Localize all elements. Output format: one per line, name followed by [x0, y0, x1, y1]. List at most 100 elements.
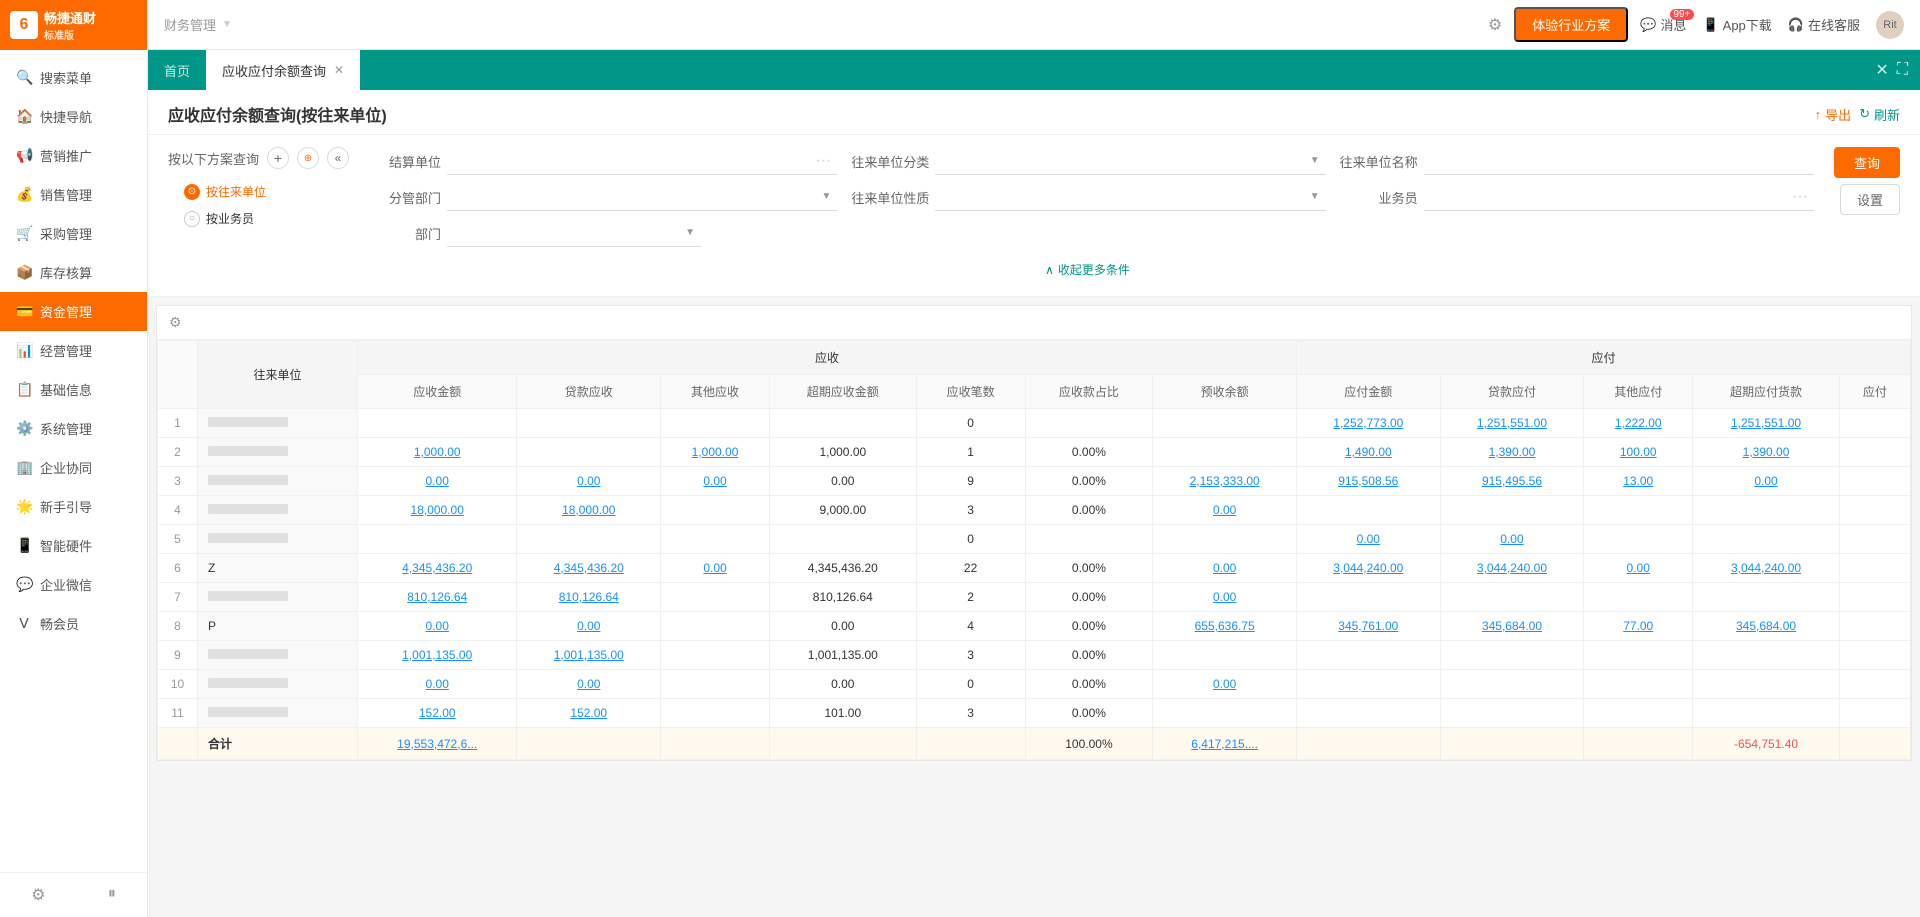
subdept-select[interactable]: ▼: [447, 219, 701, 247]
cell-num[interactable]: 345,761.00: [1296, 612, 1440, 641]
filter-collapse-left-button[interactable]: «: [327, 147, 349, 169]
sidebar-item-search[interactable]: 🔍搜索菜单: [0, 58, 147, 97]
cell-num[interactable]: 0.00: [661, 554, 770, 583]
cell-num[interactable]: 0.00: [517, 467, 661, 496]
sidebar-item-wechat[interactable]: 💬企业微信: [0, 565, 147, 604]
settings-gear-icon[interactable]: ⚙: [1488, 15, 1502, 35]
filter-add-button[interactable]: +: [267, 147, 289, 169]
settlement-input[interactable]: ···: [447, 147, 837, 175]
cell-num[interactable]: 0.00: [661, 467, 770, 496]
cell-num[interactable]: 0.00: [358, 467, 517, 496]
query-button[interactable]: 查询: [1834, 147, 1900, 178]
cell-num[interactable]: 0.00: [1153, 583, 1297, 612]
cell-num[interactable]: 0.00: [1693, 467, 1840, 496]
sidebar-item-basic[interactable]: 📋基础信息: [0, 370, 147, 409]
cell-empty: [1839, 670, 1910, 699]
salesman-input[interactable]: ···: [1424, 183, 1814, 211]
tab-close-icon[interactable]: ✕: [334, 63, 344, 77]
cell-num[interactable]: 77.00: [1584, 612, 1693, 641]
cell-num[interactable]: 1,000.00: [358, 438, 517, 467]
cell-num[interactable]: 810,126.64: [517, 583, 661, 612]
dept-select[interactable]: ▼: [447, 183, 837, 211]
pause-icon[interactable]: ⏸: [108, 885, 116, 905]
sidebar-item-purchase[interactable]: 🛒采购管理: [0, 214, 147, 253]
cell-num[interactable]: 13.00: [1584, 467, 1693, 496]
cell-num[interactable]: 345,684.00: [1440, 612, 1584, 641]
filter-scheme-by-partner[interactable]: ⊙ 按往来单位: [176, 179, 349, 204]
sidebar-item-system[interactable]: ⚙️系统管理: [0, 409, 147, 448]
sidebar-item-finance[interactable]: 💳资金管理: [0, 292, 147, 331]
tab-expand-icon[interactable]: ⛶: [1897, 61, 1908, 79]
sidebar-item-hardware[interactable]: 📱智能硬件: [0, 526, 147, 565]
cell-num[interactable]: 1,252,773.00: [1296, 409, 1440, 438]
cell-num[interactable]: 3,044,240.00: [1440, 554, 1584, 583]
settings-icon[interactable]: ⚙: [31, 885, 45, 905]
export-button[interactable]: ↑ 导出: [1815, 105, 1852, 124]
partner-nature-select[interactable]: ▼: [935, 183, 1325, 211]
cell-num[interactable]: 1,490.00: [1296, 438, 1440, 467]
cell-num[interactable]: 345,684.00: [1693, 612, 1840, 641]
app-download-button[interactable]: 📱 App下载: [1702, 15, 1771, 34]
cell-num[interactable]: 655,636.75: [1153, 612, 1297, 641]
filter-collapse-button[interactable]: ∧ 收起更多条件: [1045, 261, 1130, 278]
tab-close-window-icon[interactable]: ✕: [1875, 60, 1888, 80]
cell-num[interactable]: 2,153,333.00: [1153, 467, 1297, 496]
table-scroll[interactable]: 往来单位 应收 应付 应收金额 贷款应收 其他应收 超期应收金额 应收笔数 应收…: [157, 340, 1911, 760]
cell-num[interactable]: 0.00: [358, 670, 517, 699]
cell-num[interactable]: 152.00: [517, 699, 661, 728]
settings-button[interactable]: 设置: [1840, 184, 1900, 215]
cell-num[interactable]: 152.00: [358, 699, 517, 728]
cell-num[interactable]: 18,000.00: [358, 496, 517, 525]
sidebar-item-marketing[interactable]: 📢营销推广: [0, 136, 147, 175]
cell-num[interactable]: 1,222.00: [1584, 409, 1693, 438]
avatar[interactable]: Rit: [1876, 11, 1904, 39]
partner-name-input[interactable]: [1424, 147, 1814, 175]
tab-query[interactable]: 应收应付余额查询 ✕: [206, 50, 360, 90]
cell-num[interactable]: 1,001,135.00: [517, 641, 661, 670]
sidebar-item-member[interactable]: Ⅴ畅会员: [0, 604, 147, 643]
sidebar-item-inventory[interactable]: 📦库存核算: [0, 253, 147, 292]
cell-num[interactable]: 3,044,240.00: [1693, 554, 1840, 583]
cell-num[interactable]: 1,001,135.00: [358, 641, 517, 670]
cell-num[interactable]: 0.00: [358, 612, 517, 641]
cell-num[interactable]: 1,390.00: [1693, 438, 1840, 467]
cell-num[interactable]: 0.00: [1153, 670, 1297, 699]
table-settings-icon[interactable]: ⚙: [169, 314, 182, 331]
cell-num[interactable]: 915,508.56: [1296, 467, 1440, 496]
cell-num[interactable]: 0.00: [1153, 554, 1297, 583]
message-button[interactable]: 💬 消息 99+: [1640, 15, 1686, 34]
cell-num[interactable]: 0.00: [517, 670, 661, 699]
cell-num[interactable]: 0.00: [517, 612, 661, 641]
tab-home[interactable]: 首页: [148, 50, 206, 90]
cell-num[interactable]: 100.00: [1584, 438, 1693, 467]
breadcrumb: 财务管理 ▼: [164, 15, 1476, 34]
cell-num[interactable]: 1,000.00: [661, 438, 770, 467]
total-ar-amount[interactable]: 19,553,472,6...: [358, 728, 517, 760]
filter-scheme-button[interactable]: ⊕: [297, 147, 319, 169]
cell-num[interactable]: 3,044,240.00: [1296, 554, 1440, 583]
partner-category-select[interactable]: ▼: [935, 147, 1325, 175]
cell-num[interactable]: 0.00: [1440, 525, 1584, 554]
cell-num[interactable]: 0.00: [1153, 496, 1297, 525]
cell-num[interactable]: 1,251,551.00: [1440, 409, 1584, 438]
sidebar-item-quicknav[interactable]: 🏠快捷导航: [0, 97, 147, 136]
cell-num[interactable]: 1,251,551.00: [1693, 409, 1840, 438]
cell-num[interactable]: 0.00: [1296, 525, 1440, 554]
refresh-button[interactable]: ↻ 刷新: [1859, 105, 1900, 124]
sidebar-item-corp[interactable]: 🏢企业协同: [0, 448, 147, 487]
total-ar-prepay[interactable]: 6,417,215....: [1153, 728, 1297, 760]
sidebar-item-operation[interactable]: 📊经营管理: [0, 331, 147, 370]
service-button[interactable]: 🎧 在线客服: [1788, 15, 1860, 34]
cell-num[interactable]: 4,345,436.20: [358, 554, 517, 583]
cell-num[interactable]: 18,000.00: [517, 496, 661, 525]
cell-num[interactable]: 1,390.00: [1440, 438, 1584, 467]
cell-num[interactable]: 4,345,436.20: [517, 554, 661, 583]
sidebar-item-guide[interactable]: 🌟新手引导: [0, 487, 147, 526]
cell-num[interactable]: 0.00: [1584, 554, 1693, 583]
cell-num[interactable]: 810,126.64: [358, 583, 517, 612]
filter-scheme-by-salesman[interactable]: ○ 按业务员: [176, 206, 349, 231]
sidebar-item-sales[interactable]: 💰销售管理: [0, 175, 147, 214]
cell-num[interactable]: 915,495.56: [1440, 467, 1584, 496]
promo-button[interactable]: 体验行业方案: [1514, 7, 1628, 42]
scheme-inactive-icon: ○: [184, 211, 200, 227]
